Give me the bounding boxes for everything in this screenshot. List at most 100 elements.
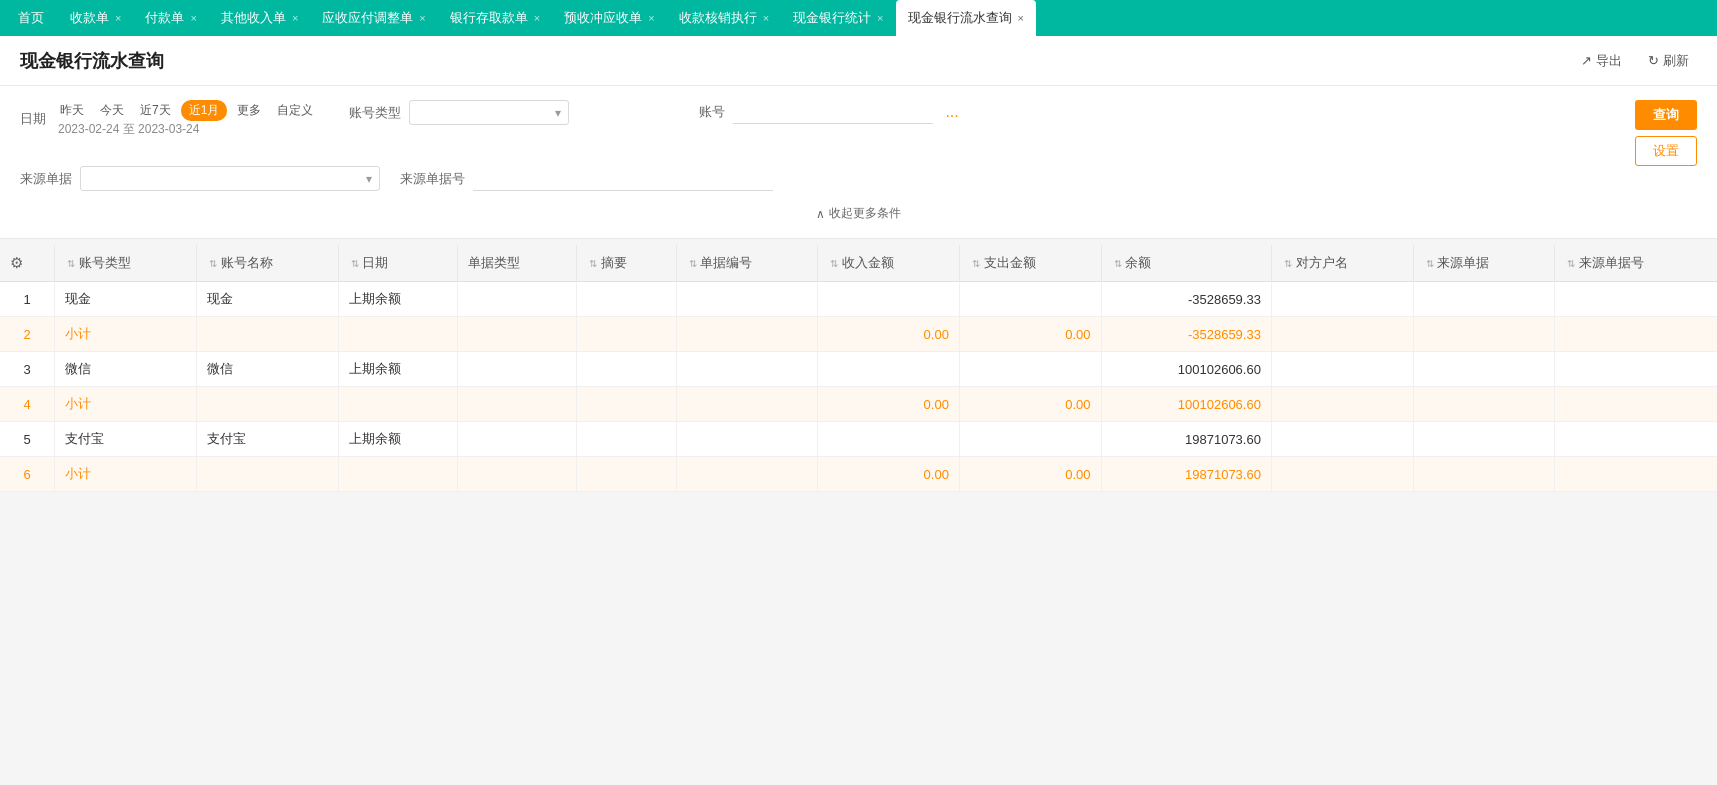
nav-tab-2[interactable]: 付款单 × — [133, 0, 208, 36]
nav-tab-6[interactable]: 预收冲应收单 × — [552, 0, 666, 36]
col-date[interactable]: ⇅ 日期 — [338, 245, 457, 282]
filter-second-row: 来源单据 来源单据号 — [20, 166, 1697, 191]
cell-doc-type — [458, 282, 577, 317]
col-doc-type[interactable]: 单据类型 — [458, 245, 577, 282]
data-table-container: ⚙ ⇅ 账号类型 ⇅ 账号名称 ⇅ 日期 单据类型 ⇅ 摘要 ⇅ 单据编号 ⇅ … — [0, 245, 1717, 492]
sort-icon: ⇅ — [1284, 258, 1292, 269]
close-icon[interactable]: × — [419, 12, 425, 24]
cell-date — [338, 317, 457, 352]
cell-doc-no — [676, 282, 818, 317]
nav-tab-3[interactable]: 其他收入单 × — [209, 0, 310, 36]
close-icon[interactable]: × — [534, 12, 540, 24]
cell-date — [338, 387, 457, 422]
gear-icon: ⚙ — [10, 254, 23, 271]
cell-source-doc-no — [1555, 317, 1717, 352]
export-button[interactable]: ↗ 导出 — [1573, 48, 1630, 74]
source-doc-select[interactable] — [80, 166, 380, 191]
account-dots-button[interactable]: ... — [941, 103, 962, 121]
cell-doc-no — [676, 457, 818, 492]
row-number: 4 — [0, 387, 55, 422]
nav-tab-9[interactable]: 现金银行流水查询 × — [896, 0, 1036, 36]
col-income[interactable]: ⇅ 收入金额 — [818, 245, 960, 282]
close-icon[interactable]: × — [877, 12, 883, 24]
close-icon[interactable]: × — [115, 12, 121, 24]
cell-balance: 19871073.60 — [1101, 457, 1271, 492]
cell-income — [818, 352, 960, 387]
top-navigation: 首页 收款单 × 付款单 × 其他收入单 × 应收应付调整单 × 银行存取款单 … — [0, 0, 1717, 36]
nav-tab-7[interactable]: 收款核销执行 × — [667, 0, 781, 36]
nav-tab-4[interactable]: 应收应付调整单 × — [310, 0, 437, 36]
cell-income: 0.00 — [818, 457, 960, 492]
account-type-select[interactable] — [409, 100, 569, 125]
source-doc-label: 来源单据 — [20, 170, 72, 188]
cell-doc-type — [458, 422, 577, 457]
row-number: 3 — [0, 352, 55, 387]
col-source-doc-no[interactable]: ⇅ 来源单据号 — [1555, 245, 1717, 282]
account-input[interactable] — [733, 100, 933, 124]
cell-source-doc-no — [1555, 282, 1717, 317]
cell-summary — [577, 422, 676, 457]
cell-doc-no — [676, 317, 818, 352]
date-filter-group: 日期 昨天 今天 近7天 近1月 更多 自定义 2023-02-24 至 202… — [20, 100, 319, 138]
refresh-button[interactable]: ↻ 刷新 — [1640, 48, 1697, 74]
date-btn-1month[interactable]: 近1月 — [181, 100, 228, 121]
date-btn-more[interactable]: 更多 — [231, 100, 267, 121]
cell-account-type: 小计 — [55, 457, 197, 492]
close-icon[interactable]: × — [648, 12, 654, 24]
nav-tab-1[interactable]: 收款单 × — [58, 0, 133, 36]
cell-source-doc-no — [1555, 387, 1717, 422]
sort-icon: ⇅ — [830, 258, 838, 269]
cell-counterpart — [1271, 422, 1413, 457]
cell-source-doc-no — [1555, 352, 1717, 387]
row-number: 6 — [0, 457, 55, 492]
col-balance[interactable]: ⇅ 余额 — [1101, 245, 1271, 282]
account-filter-group: 账号 ... — [699, 100, 962, 124]
query-button[interactable]: 查询 — [1635, 100, 1697, 130]
date-btn-yesterday[interactable]: 昨天 — [54, 100, 90, 121]
date-btn-custom[interactable]: 自定义 — [271, 100, 319, 121]
col-account-name[interactable]: ⇅ 账号名称 — [196, 245, 338, 282]
sort-icon: ⇅ — [1426, 258, 1434, 269]
col-expense[interactable]: ⇅ 支出金额 — [959, 245, 1101, 282]
close-icon[interactable]: × — [1018, 12, 1024, 24]
col-source-doc[interactable]: ⇅ 来源单据 — [1413, 245, 1555, 282]
cell-date: 上期余额 — [338, 352, 457, 387]
nav-tab-5[interactable]: 银行存取款单 × — [438, 0, 552, 36]
refresh-icon: ↻ — [1648, 53, 1659, 68]
source-doc-no-label: 来源单据号 — [400, 170, 465, 188]
cell-account-name — [196, 317, 338, 352]
sort-icon: ⇅ — [589, 258, 597, 269]
cell-account-type: 微信 — [55, 352, 197, 387]
col-summary[interactable]: ⇅ 摘要 — [577, 245, 676, 282]
cell-balance: 100102606.60 — [1101, 387, 1271, 422]
row-number: 1 — [0, 282, 55, 317]
sort-icon: ⇅ — [972, 258, 980, 269]
col-counterpart[interactable]: ⇅ 对方户名 — [1271, 245, 1413, 282]
cell-account-type: 小计 — [55, 387, 197, 422]
date-btn-7days[interactable]: 近7天 — [134, 100, 177, 121]
account-label: 账号 — [699, 103, 725, 121]
cell-account-name — [196, 387, 338, 422]
cell-balance: -3528659.33 — [1101, 317, 1271, 352]
cell-source-doc — [1413, 317, 1555, 352]
source-doc-no-input[interactable] — [473, 167, 773, 191]
cell-doc-type — [458, 387, 577, 422]
close-icon[interactable]: × — [763, 12, 769, 24]
date-btn-today[interactable]: 今天 — [94, 100, 130, 121]
date-label: 日期 — [20, 110, 46, 128]
cell-summary — [577, 352, 676, 387]
nav-home[interactable]: 首页 — [4, 0, 58, 36]
close-icon[interactable]: × — [190, 12, 196, 24]
col-account-type[interactable]: ⇅ 账号类型 — [55, 245, 197, 282]
close-icon[interactable]: × — [292, 12, 298, 24]
col-doc-no[interactable]: ⇅ 单据编号 — [676, 245, 818, 282]
col-gear[interactable]: ⚙ — [0, 245, 55, 282]
settings-button[interactable]: 设置 — [1635, 136, 1697, 166]
collapse-bar[interactable]: ∧ 收起更多条件 — [20, 201, 1697, 230]
account-type-select-wrapper — [409, 100, 569, 125]
date-range-display: 2023-02-24 至 2023-03-24 — [58, 121, 319, 138]
cell-counterpart — [1271, 387, 1413, 422]
nav-tab-8[interactable]: 现金银行统计 × — [781, 0, 895, 36]
cell-source-doc — [1413, 282, 1555, 317]
table-row: 6小计0.000.0019871073.60 — [0, 457, 1717, 492]
